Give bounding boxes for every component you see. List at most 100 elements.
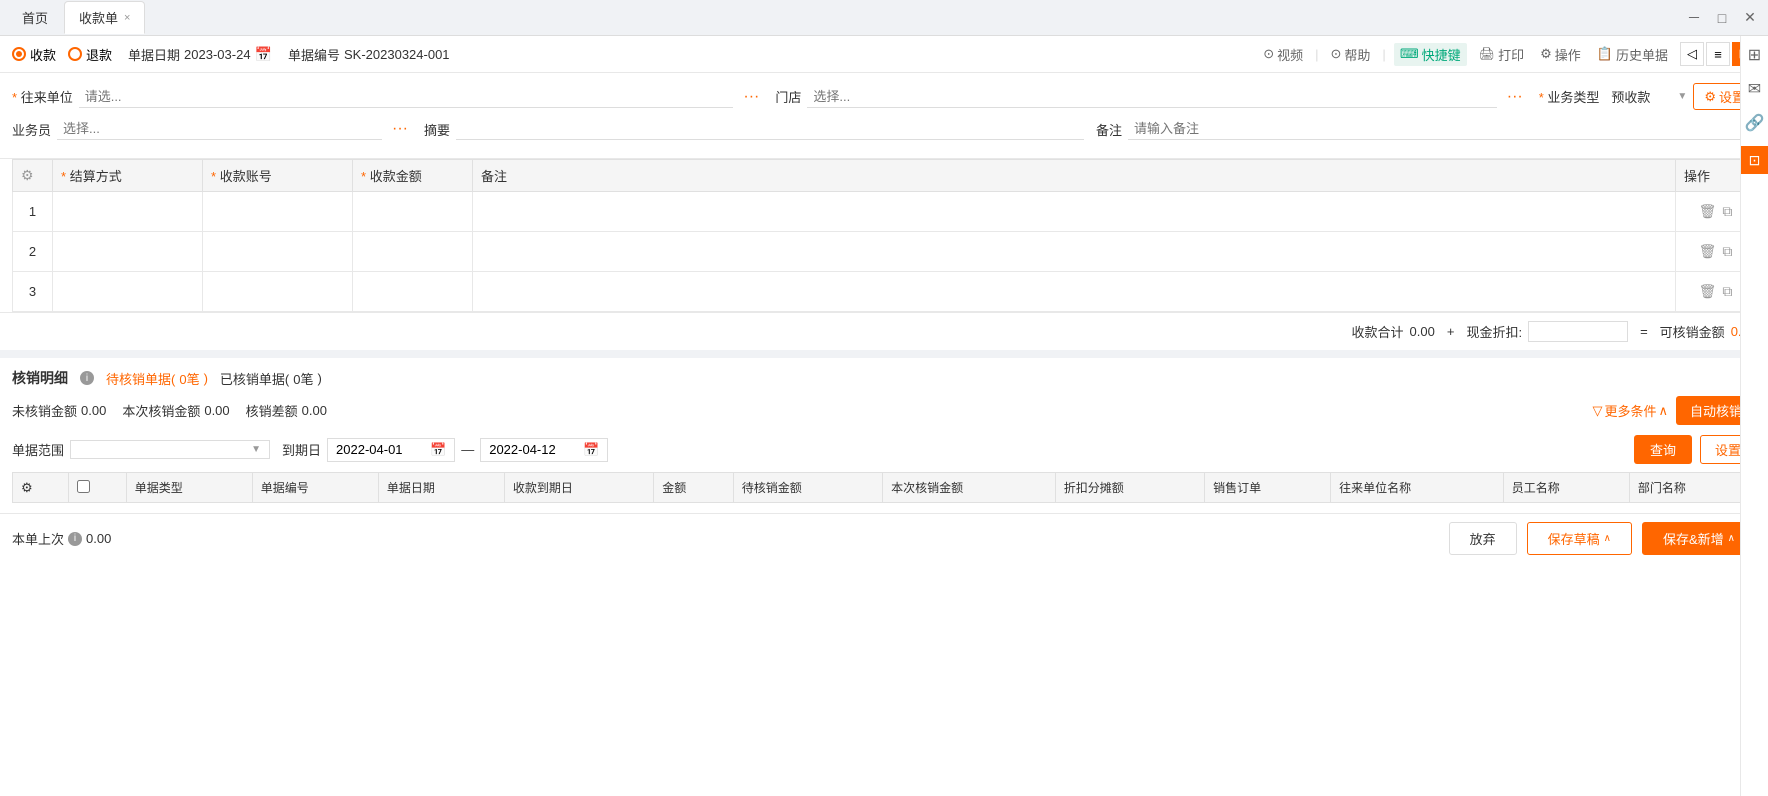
vtable-settings-icon[interactable]: ⚙ bbox=[21, 480, 33, 495]
counterpart-more-icon[interactable]: ··· bbox=[739, 88, 763, 106]
prev-value: 0.00 bbox=[86, 531, 111, 546]
vth-amount: 金额 bbox=[654, 473, 734, 503]
row-account-3[interactable] bbox=[203, 272, 353, 312]
available-label: 可核销金额 bbox=[1660, 322, 1725, 341]
table-settings-icon[interactable]: ⚙ bbox=[21, 167, 34, 183]
query-button[interactable]: 查询 bbox=[1634, 435, 1692, 464]
tab-done-label: 已核销单据( bbox=[220, 369, 289, 388]
view-split-btn[interactable]: ≡ bbox=[1706, 42, 1730, 66]
date-to-input[interactable] bbox=[489, 442, 579, 457]
diff-value: 0.00 bbox=[302, 403, 327, 418]
summary-label: 摘要 bbox=[424, 120, 450, 139]
help-action[interactable]: ⊙ 帮助 bbox=[1327, 43, 1375, 66]
vth-employee: 员工名称 bbox=[1503, 473, 1629, 503]
calendar-from-icon[interactable]: 📅 bbox=[430, 442, 446, 458]
store-input[interactable] bbox=[807, 86, 1496, 108]
close-button[interactable]: ✕ bbox=[1740, 8, 1760, 28]
minimize-button[interactable]: － bbox=[1684, 8, 1704, 28]
row-settle-1[interactable] bbox=[53, 192, 203, 232]
right-sidebar: ⊞ ✉ 🔗 ⊡ bbox=[1740, 36, 1768, 796]
verify-tab-pending[interactable]: 待核销单据( 0笔 ) bbox=[106, 369, 208, 388]
discard-button[interactable]: 放弃 bbox=[1449, 522, 1517, 555]
counterpart-label: * 往来单位 bbox=[12, 87, 73, 106]
row-amount-3[interactable] bbox=[353, 272, 473, 312]
date-value: 2023-03-24 bbox=[184, 47, 251, 62]
remark-input[interactable] bbox=[1128, 118, 1756, 140]
row-remark-2[interactable] bbox=[473, 232, 1676, 272]
sidebar-mail-icon[interactable]: ✉ bbox=[1744, 78, 1766, 100]
row-delete-2[interactable]: 🗑 bbox=[1699, 243, 1717, 260]
row-copy-1[interactable]: ⧉ bbox=[1722, 203, 1732, 220]
radio-receive[interactable]: 收款 bbox=[12, 45, 56, 64]
current-value: 0.00 bbox=[204, 403, 229, 418]
history-action[interactable]: 📋 历史单据 bbox=[1593, 43, 1672, 66]
vth-checkbox-input[interactable] bbox=[77, 480, 90, 493]
range-select[interactable]: ▼ bbox=[70, 440, 270, 459]
summary-input[interactable] bbox=[456, 118, 1084, 140]
row-remark-3[interactable] bbox=[473, 272, 1676, 312]
data-table: ⚙ * 结算方式 * 收款账号 * 收款金额 备注 操作 bbox=[12, 159, 1756, 312]
radio-receive-label: 收款 bbox=[30, 45, 56, 64]
sep2: | bbox=[1382, 47, 1385, 62]
row-remark-1[interactable] bbox=[473, 192, 1676, 232]
help-label: 帮助 bbox=[1344, 45, 1370, 64]
tab-pending-label: 待核销单据( bbox=[106, 369, 175, 388]
save-draft-arrow: ∧ bbox=[1604, 533, 1611, 544]
sidebar-attach-icon[interactable]: 🔗 bbox=[1744, 112, 1766, 134]
more-conditions-btn[interactable]: ▽ 更多条件 ∧ bbox=[1592, 401, 1668, 420]
row-delete-3[interactable]: 🗑 bbox=[1699, 283, 1717, 300]
row-amount-2[interactable] bbox=[353, 232, 473, 272]
shortcut-action[interactable]: ⌨ 快捷键 bbox=[1394, 43, 1467, 66]
view-list-btn[interactable]: ◁ bbox=[1680, 42, 1704, 66]
tab-done-suffix: ) bbox=[318, 371, 322, 386]
unverified-stat: 未核销金额 0.00 bbox=[12, 401, 106, 420]
counterpart-input[interactable] bbox=[79, 86, 734, 108]
video-action[interactable]: ⊙ 视频 bbox=[1259, 43, 1307, 66]
row-settle-3[interactable] bbox=[53, 272, 203, 312]
history-icon: 📋 bbox=[1597, 46, 1613, 62]
total-value: 0.00 bbox=[1410, 324, 1435, 339]
main-content: 收款 退款 单据日期 2023-03-24 📅 单据编号 SK-20230324… bbox=[0, 36, 1768, 796]
date-from-input[interactable] bbox=[336, 442, 426, 457]
row-amount-1[interactable] bbox=[353, 192, 473, 232]
discount-input[interactable] bbox=[1528, 321, 1628, 342]
calc-plus: + bbox=[1447, 324, 1455, 339]
operation-action[interactable]: ⚙ 操作 bbox=[1536, 43, 1585, 66]
bottom-info: 本单上次 i 0.00 bbox=[12, 529, 111, 548]
employee-more-icon[interactable]: ··· bbox=[388, 120, 412, 138]
radio-receive-dot bbox=[12, 47, 26, 61]
tab-done-count: 0笔 bbox=[293, 369, 313, 388]
print-action[interactable]: 🖨 打印 bbox=[1475, 43, 1529, 66]
tab-active[interactable]: 收款单 × bbox=[64, 1, 145, 34]
bottom-info-icon[interactable]: i bbox=[68, 532, 82, 546]
store-more-icon[interactable]: ··· bbox=[1503, 88, 1527, 106]
save-draft-button[interactable]: 保存草稿 ∧ bbox=[1527, 522, 1632, 555]
row-settle-2[interactable] bbox=[53, 232, 203, 272]
table-row: 3 🗑 ⧉ bbox=[13, 272, 1756, 312]
prev-label: 本单上次 bbox=[12, 529, 64, 548]
store-field: 门店 ··· bbox=[775, 86, 1526, 108]
save-new-button[interactable]: 保存&新增 ∧ bbox=[1642, 522, 1756, 555]
biz-type-field: * 业务类型 预收款 ▼ ⚙ 设置 bbox=[1539, 83, 1756, 110]
biz-type-dropdown-icon[interactable]: ▼ bbox=[1677, 91, 1687, 102]
table-footer: 收款合计 0.00 + 现金折扣: = 可核销金额 0.00 bbox=[0, 312, 1768, 350]
row-copy-3[interactable]: ⧉ bbox=[1722, 283, 1732, 300]
date-calendar-icon[interactable]: 📅 bbox=[255, 46, 272, 63]
maximize-button[interactable]: □ bbox=[1712, 8, 1732, 28]
verify-tab-done[interactable]: 已核销单据( 0笔 ) bbox=[220, 369, 322, 388]
sidebar-table-icon[interactable]: ⊞ bbox=[1744, 44, 1766, 66]
calendar-to-icon[interactable]: 📅 bbox=[583, 442, 599, 458]
tab-home[interactable]: 首页 bbox=[8, 2, 62, 33]
tab-close-icon[interactable]: × bbox=[124, 12, 130, 24]
unverified-value: 0.00 bbox=[81, 403, 106, 418]
row-delete-1[interactable]: 🗑 bbox=[1699, 203, 1717, 220]
row-copy-2[interactable]: ⧉ bbox=[1722, 243, 1732, 260]
radio-refund[interactable]: 退款 bbox=[68, 45, 112, 64]
sidebar-screen-icon[interactable]: ⊡ bbox=[1741, 146, 1768, 174]
row-account-2[interactable] bbox=[203, 232, 353, 272]
row-account-1[interactable] bbox=[203, 192, 353, 232]
form-area: * 往来单位 ··· 门店 ··· * 业务类型 预收款 ▼ bbox=[0, 73, 1768, 159]
verify-info-icon[interactable]: i bbox=[80, 371, 94, 385]
filter-row: 单据范围 ▼ 到期日 📅 — 📅 查询 bbox=[12, 435, 1756, 464]
employee-input[interactable] bbox=[57, 118, 382, 140]
